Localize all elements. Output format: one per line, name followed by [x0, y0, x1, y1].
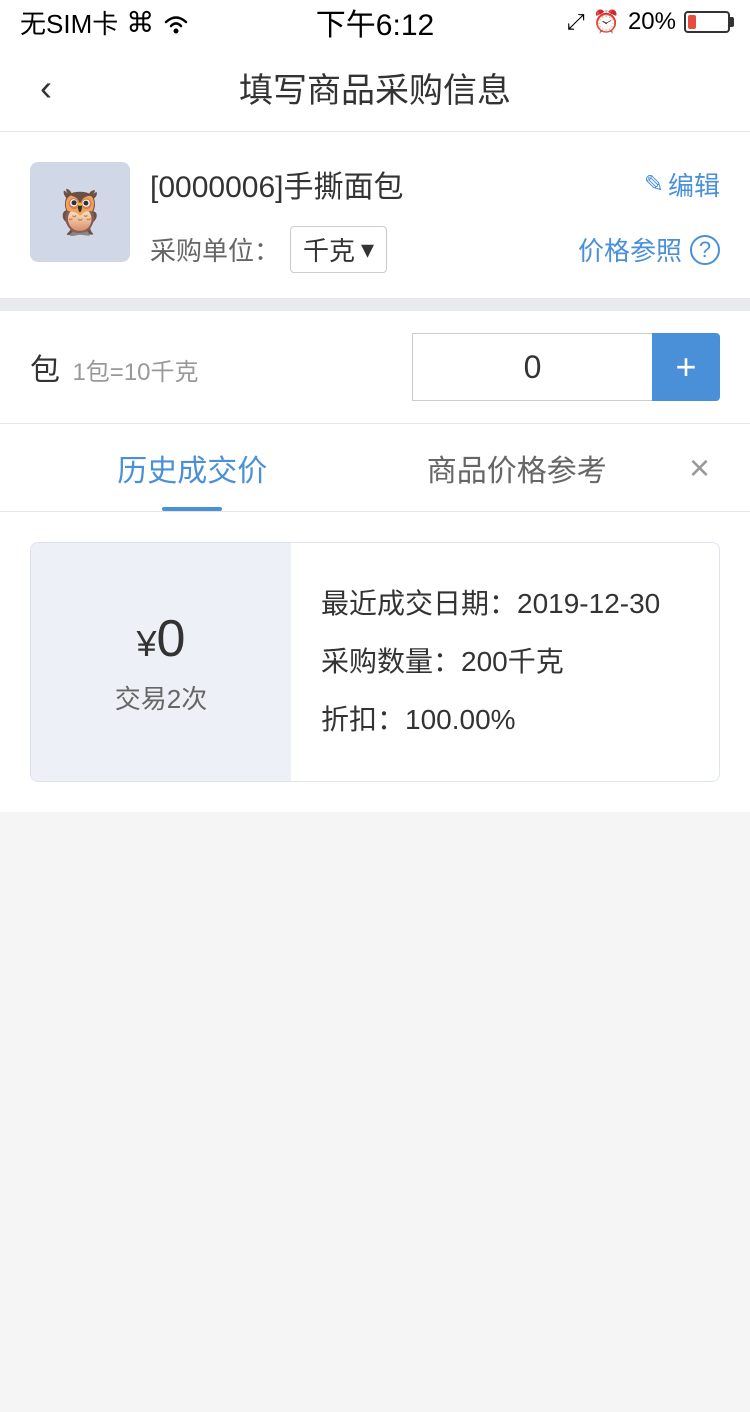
- history-trade-count: 交易2次: [115, 679, 207, 716]
- unit-value: 千克: [303, 231, 355, 268]
- currency-symbol: ¥: [137, 623, 157, 664]
- status-carrier: 无SIM卡 ⌘: [20, 4, 190, 41]
- unit-name: 包: [30, 354, 60, 387]
- unit-select[interactable]: 千克 ▾: [290, 226, 387, 273]
- main-background: [0, 812, 750, 1412]
- edit-label: 编辑: [668, 166, 720, 203]
- discount-row: 折扣：100.00%: [321, 699, 689, 741]
- history-content: ¥0 交易2次 最近成交日期：2019-12-30 采购数量：200千克 折扣：…: [0, 512, 750, 812]
- quantity-input-group: +: [412, 333, 720, 401]
- battery-percent: 20%: [628, 8, 676, 36]
- wifi-icon: ⌘: [126, 6, 190, 39]
- product-thumb-icon: 🦉: [53, 186, 108, 238]
- history-price-section: ¥0 交易2次: [31, 543, 291, 781]
- history-detail-section: 最近成交日期：2019-12-30 采购数量：200千克 折扣：100.00%: [291, 543, 719, 781]
- battery-icon: [684, 11, 730, 33]
- quantity-input[interactable]: [412, 333, 652, 401]
- recent-date-label: 最近成交日期：: [321, 588, 517, 619]
- purchase-qty-label: 采购数量：: [321, 646, 461, 677]
- price-ref-help-icon: ?: [690, 235, 720, 265]
- carrier-text: 无SIM卡: [20, 4, 118, 41]
- edit-icon: ✎: [644, 170, 664, 199]
- status-time: 下午6:12: [316, 0, 434, 44]
- history-card: ¥0 交易2次 最近成交日期：2019-12-30 采购数量：200千克 折扣：…: [30, 542, 720, 782]
- back-button[interactable]: ‹: [30, 57, 62, 119]
- status-right: ⤢ ⏰ 20%: [567, 8, 730, 36]
- discount-label: 折扣：: [321, 704, 405, 735]
- unit-conversion: 1包=10千克: [72, 359, 198, 386]
- purchase-qty-row: 采购数量：200千克: [321, 641, 689, 683]
- quantity-unit-section: 包 1包=10千克: [30, 345, 199, 389]
- tab-close-button[interactable]: ×: [679, 437, 720, 499]
- quantity-row: 包 1包=10千克 +: [0, 311, 750, 424]
- product-name: [0000006]手撕面包: [150, 162, 403, 206]
- alarm-icon: ⏰: [593, 9, 620, 35]
- unit-dropdown-arrow: ▾: [361, 234, 374, 265]
- recent-date-value: 2019-12-30: [517, 588, 660, 619]
- price-ref-label: 价格参照: [578, 231, 682, 268]
- quantity-plus-button[interactable]: +: [652, 333, 720, 401]
- tab-bar: 历史成交价 商品价格参考 ×: [0, 424, 750, 512]
- location-icon: ⤢: [567, 9, 585, 35]
- recent-date-row: 最近成交日期：2019-12-30: [321, 583, 689, 625]
- discount-value: 100.00%: [405, 704, 516, 735]
- purchase-qty-value: 200千克: [461, 646, 564, 677]
- page-title: 填写商品采购信息: [239, 63, 511, 112]
- nav-bar: ‹ 填写商品采购信息: [0, 44, 750, 132]
- section-divider: [0, 299, 750, 311]
- status-bar: 无SIM卡 ⌘ 下午6:12 ⤢ ⏰ 20%: [0, 0, 750, 44]
- tab-section: 历史成交价 商品价格参考 × ¥0 交易2次 最近成交日期：2019-12-30…: [0, 424, 750, 812]
- unit-label: 采购单位： 千克 ▾: [150, 226, 387, 273]
- tab-history-price[interactable]: 历史成交价: [30, 424, 354, 511]
- edit-button[interactable]: ✎ 编辑: [644, 166, 720, 203]
- product-thumbnail: 🦉: [30, 162, 130, 262]
- price-value: 0: [157, 610, 186, 668]
- product-card: 🦉 [0000006]手撕面包 ✎ 编辑 采购单位： 千克 ▾: [0, 132, 750, 299]
- history-price: ¥0: [137, 609, 186, 669]
- tab-product-price-ref[interactable]: 商品价格参考: [354, 424, 678, 511]
- price-reference-button[interactable]: 价格参照 ?: [578, 231, 720, 268]
- product-info: [0000006]手撕面包 ✎ 编辑 采购单位： 千克 ▾ 价格参照 ?: [150, 162, 720, 273]
